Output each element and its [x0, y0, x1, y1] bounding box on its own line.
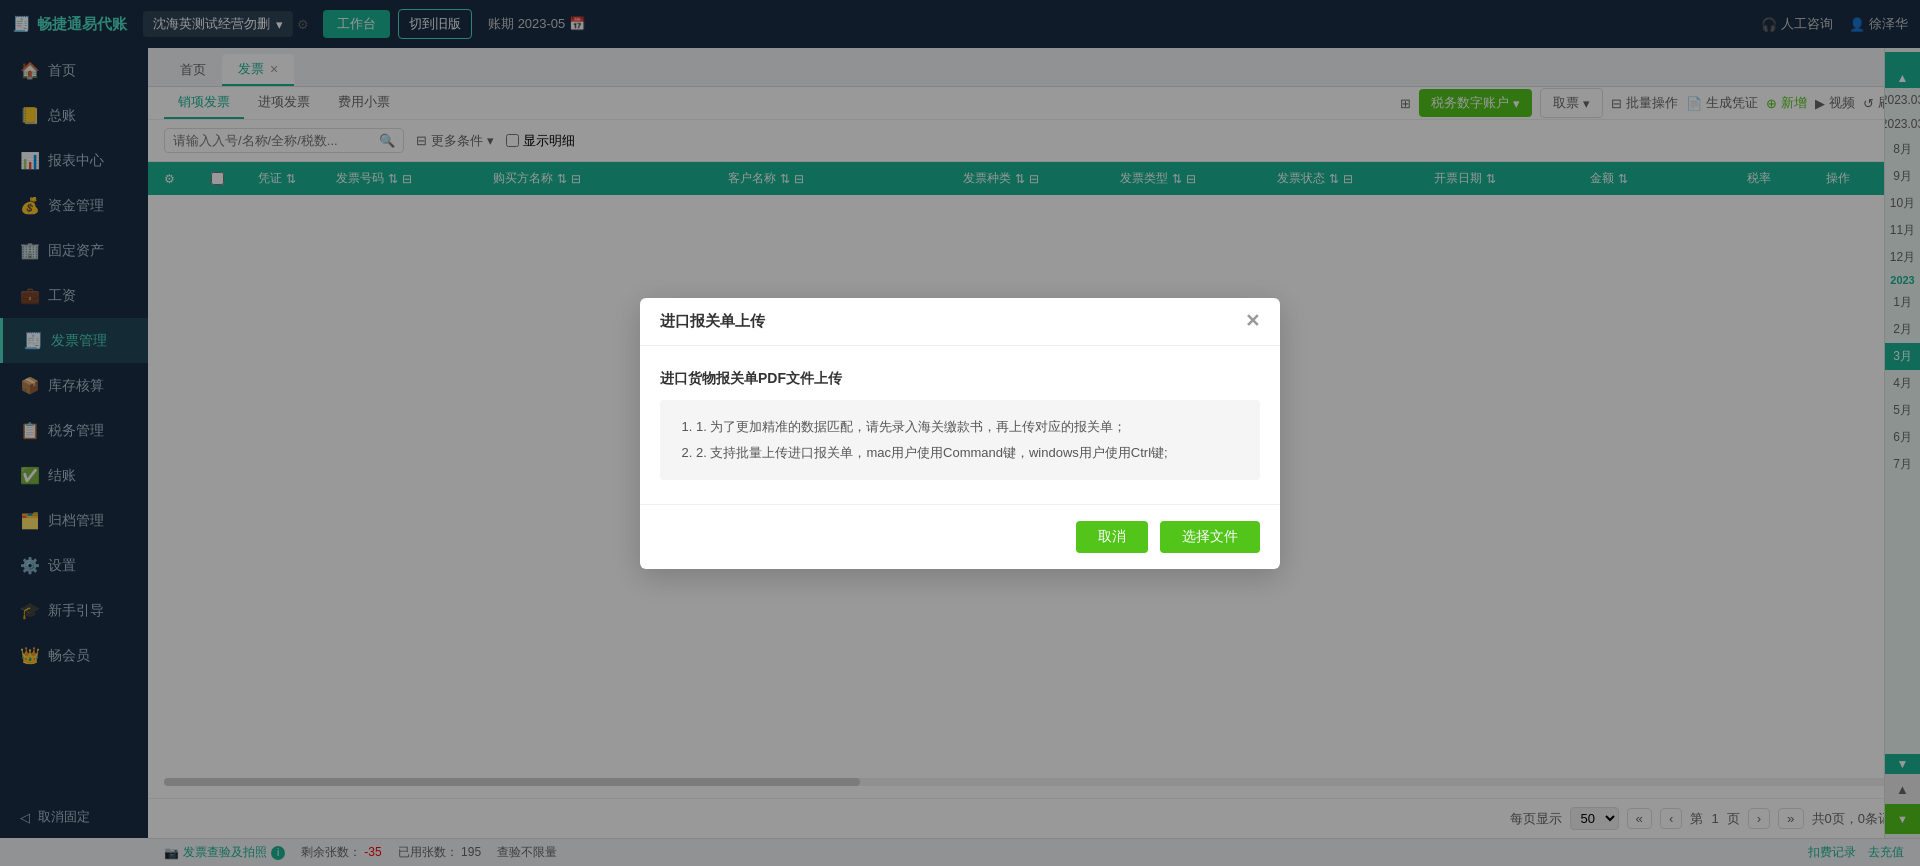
modal-footer: 取消 选择文件: [640, 504, 1280, 569]
modal-info-item-1: 1. 为了更加精准的数据匹配，请先录入海关缴款书，再上传对应的报关单；: [696, 414, 1244, 440]
modal-section-title: 进口货物报关单PDF文件上传: [660, 370, 1260, 388]
modal-body: 进口货物报关单PDF文件上传 1. 为了更加精准的数据匹配，请先录入海关缴款书，…: [640, 346, 1280, 504]
modal-info-item-2: 2. 支持批量上传进口报关单，mac用户使用Command键，windows用户…: [696, 440, 1244, 466]
modal-info-box: 1. 为了更加精准的数据匹配，请先录入海关缴款书，再上传对应的报关单； 2. 支…: [660, 400, 1260, 480]
modal-import-customs: 进口报关单上传 ✕ 进口货物报关单PDF文件上传 1. 为了更加精准的数据匹配，…: [640, 298, 1280, 569]
modal-header: 进口报关单上传 ✕: [640, 298, 1280, 346]
modal-overlay[interactable]: 进口报关单上传 ✕ 进口货物报关单PDF文件上传 1. 为了更加精准的数据匹配，…: [0, 0, 1920, 838]
modal-cancel-button[interactable]: 取消: [1076, 521, 1148, 553]
modal-select-file-button[interactable]: 选择文件: [1160, 521, 1260, 553]
modal-close-button[interactable]: ✕: [1245, 312, 1260, 330]
modal-title: 进口报关单上传: [660, 312, 765, 331]
